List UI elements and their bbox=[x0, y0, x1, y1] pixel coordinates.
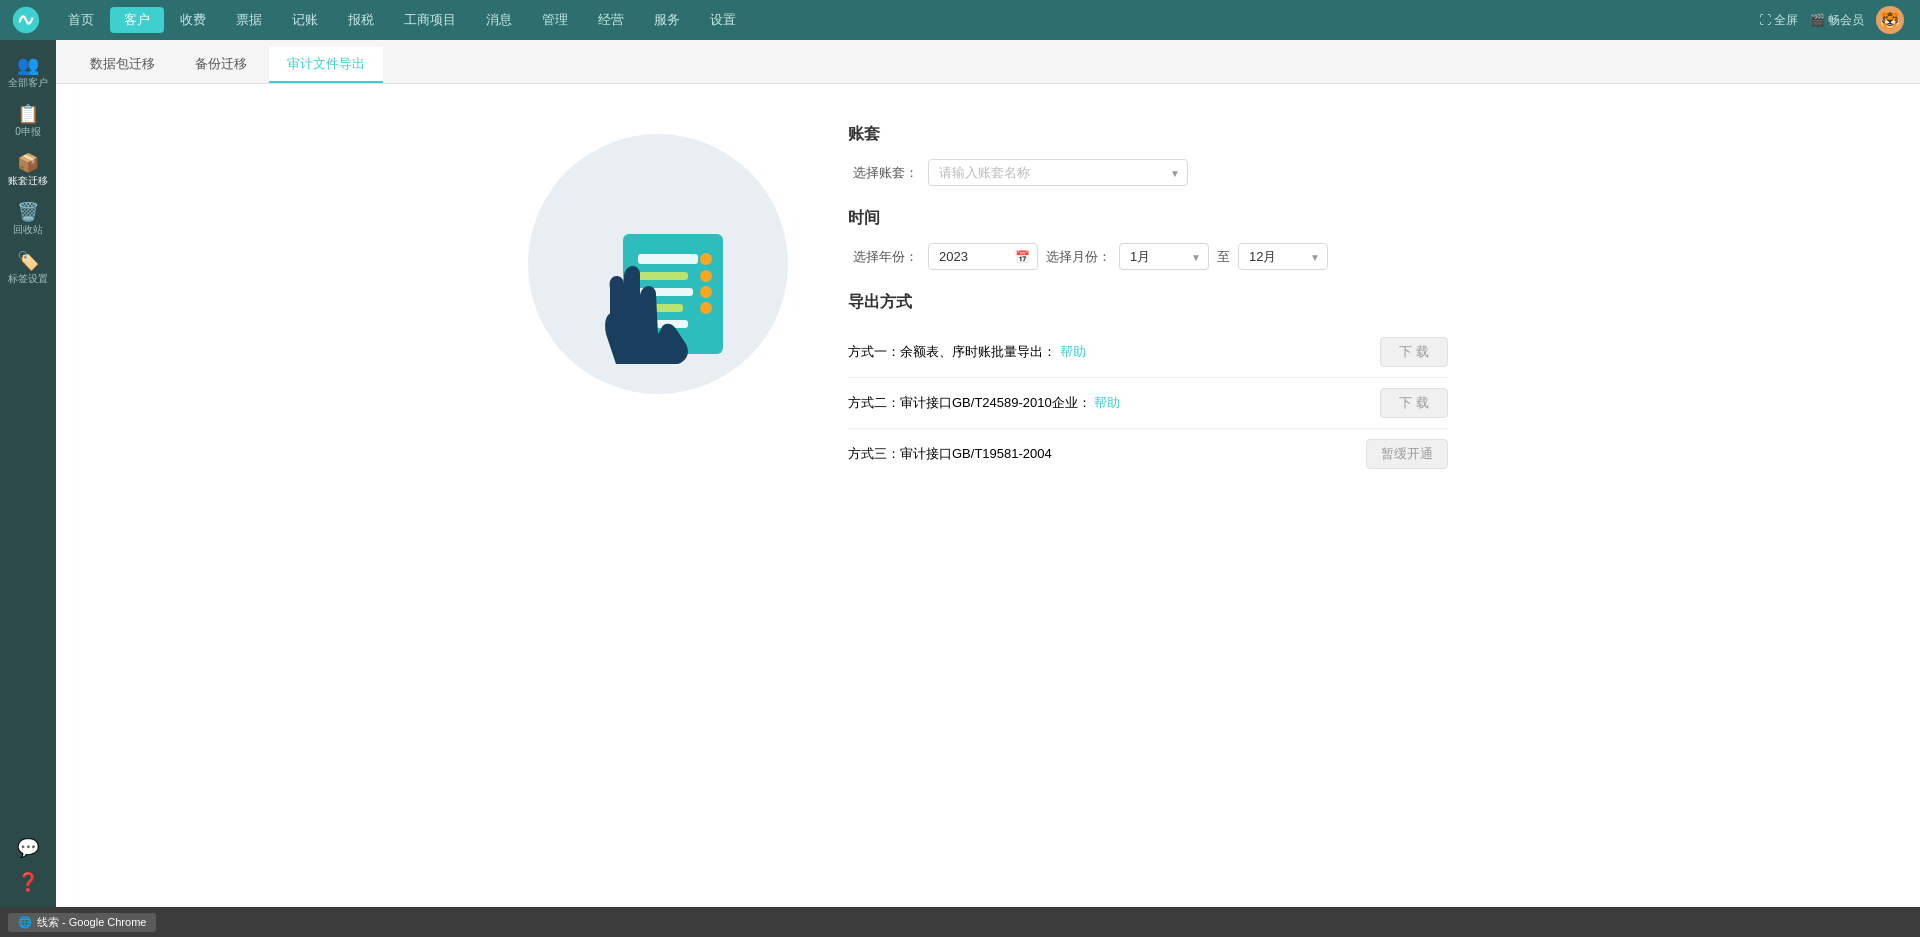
all-customers-icon: 👥 bbox=[17, 56, 39, 74]
nav-manage[interactable]: 管理 bbox=[528, 7, 582, 33]
nav-operation[interactable]: 经营 bbox=[584, 7, 638, 33]
member-icon: 🎬 bbox=[1810, 13, 1825, 27]
nav-service[interactable]: 服务 bbox=[640, 7, 694, 33]
account-label: 选择账套： bbox=[848, 164, 918, 182]
export-method-3-text: 方式三：审计接口GB/T19581-2004 bbox=[848, 446, 1052, 461]
account-section-title: 账套 bbox=[848, 124, 1448, 145]
sidebar: 👥 全部客户 📋 0申报 📦 账套迁移 🗑️ 回收站 🏷️ 标签设置 💬 ❓ bbox=[0, 40, 56, 907]
account-migrate-icon: 📦 bbox=[17, 154, 39, 172]
svg-point-8 bbox=[700, 270, 712, 282]
nav-bookkeeping[interactable]: 记账 bbox=[278, 7, 332, 33]
tab-audit-export[interactable]: 审计文件导出 bbox=[269, 47, 383, 83]
top-nav-right: ⛶ 全屏 🎬 畅会员 🐯 bbox=[1759, 6, 1904, 34]
export-method-2: 方式二：审计接口GB/T24589-2010企业： 帮助 下 载 bbox=[848, 378, 1448, 429]
sidebar-item-zero-declare[interactable]: 📋 0申报 bbox=[0, 97, 56, 146]
nav-invoice[interactable]: 票据 bbox=[222, 7, 276, 33]
export-section-title: 导出方式 bbox=[848, 292, 1448, 313]
nav-business[interactable]: 工商项目 bbox=[390, 7, 470, 33]
tab-backup-migrate[interactable]: 备份迁移 bbox=[177, 47, 265, 83]
time-row: 📅 选择月份： 1月2月3月 4月5月6月 7月8月9月 10月11月12月 bbox=[928, 243, 1328, 270]
nav-fee[interactable]: 收费 bbox=[166, 7, 220, 33]
account-select-wrap: ▼ bbox=[928, 159, 1188, 186]
chrome-icon: 🌐 bbox=[18, 916, 32, 929]
fullscreen-icon: ⛶ bbox=[1759, 13, 1771, 27]
export-method-2-text: 方式二：审计接口GB/T24589-2010企业： bbox=[848, 395, 1091, 410]
time-section-title: 时间 bbox=[848, 208, 1448, 229]
avatar[interactable]: 🐯 bbox=[1876, 6, 1904, 34]
taskbar: 🌐 线索 - Google Chrome bbox=[0, 907, 1920, 937]
illustration-circle bbox=[528, 134, 788, 394]
sidebar-item-account-migrate[interactable]: 📦 账套迁移 bbox=[0, 146, 56, 195]
export-method-1-text: 方式一：余额表、序时账批量导出： bbox=[848, 344, 1056, 359]
year-label: 选择年份： bbox=[848, 248, 918, 266]
main-layout: 👥 全部客户 📋 0申报 📦 账套迁移 🗑️ 回收站 🏷️ 标签设置 💬 ❓ bbox=[0, 40, 1920, 907]
export-section: 导出方式 方式一：余额表、序时账批量导出： 帮助 下 载 方式二：审计接口GB/… bbox=[848, 292, 1448, 479]
nav-message[interactable]: 消息 bbox=[472, 7, 526, 33]
month-label: 选择月份： bbox=[1046, 248, 1111, 266]
export-method-3-label: 方式三：审计接口GB/T19581-2004 bbox=[848, 445, 1052, 463]
label-settings-icon: 🏷️ bbox=[17, 252, 39, 270]
form-area: 账套 选择账套： ▼ 时间 选择年份： bbox=[848, 114, 1448, 501]
sidebar-item-recycle[interactable]: 🗑️ 回收站 bbox=[0, 195, 56, 244]
taskbar-item-label: 线索 - Google Chrome bbox=[37, 915, 146, 930]
member-btn[interactable]: 🎬 畅会员 bbox=[1810, 12, 1864, 29]
chat-icon: 💬 bbox=[17, 839, 39, 857]
month-start-select[interactable]: 1月2月3月 4月5月6月 7月8月9月 10月11月12月 bbox=[1119, 243, 1209, 270]
svg-rect-3 bbox=[638, 272, 688, 280]
illustration-svg bbox=[568, 164, 748, 364]
month-end-wrap: 1月2月3月 4月5月6月 7月8月9月 10月11月12月 ▼ bbox=[1238, 243, 1328, 270]
svg-point-7 bbox=[700, 253, 712, 265]
zero-declare-icon: 📋 bbox=[17, 105, 39, 123]
nav-home[interactable]: 首页 bbox=[54, 7, 108, 33]
sidebar-item-label-settings[interactable]: 🏷️ 标签设置 bbox=[0, 244, 56, 293]
month-end-select[interactable]: 1月2月3月 4月5月6月 7月8月9月 10月11月12月 bbox=[1238, 243, 1328, 270]
time-section: 时间 选择年份： 📅 选择月份： 1月2月3月 bbox=[848, 208, 1448, 270]
svg-point-9 bbox=[700, 286, 712, 298]
sidebar-item-all-customers[interactable]: 👥 全部客户 bbox=[0, 48, 56, 97]
sidebar-item-chat[interactable]: 💬 bbox=[0, 831, 56, 865]
year-input-wrap: 📅 bbox=[928, 243, 1038, 270]
help-icon: ❓ bbox=[17, 873, 39, 891]
sidebar-bottom: 💬 ❓ bbox=[0, 831, 56, 899]
page-content: 账套 选择账套： ▼ 时间 选择年份： bbox=[56, 84, 1920, 907]
export-method-1-download-btn[interactable]: 下 载 bbox=[1380, 337, 1448, 367]
export-method-2-download-btn[interactable]: 下 载 bbox=[1380, 388, 1448, 418]
export-method-1-label: 方式一：余额表、序时账批量导出： 帮助 bbox=[848, 343, 1086, 361]
to-text: 至 bbox=[1217, 248, 1230, 266]
sidebar-item-help[interactable]: ❓ bbox=[0, 865, 56, 899]
month-start-wrap: 1月2月3月 4月5月6月 7月8月9月 10月11月12月 ▼ bbox=[1119, 243, 1209, 270]
fullscreen-btn[interactable]: ⛶ 全屏 bbox=[1759, 12, 1798, 29]
nav-settings[interactable]: 设置 bbox=[696, 7, 750, 33]
year-input[interactable] bbox=[928, 243, 1038, 270]
account-section: 账套 选择账套： ▼ bbox=[848, 124, 1448, 186]
export-method-2-help-link[interactable]: 帮助 bbox=[1094, 395, 1120, 410]
export-method-1: 方式一：余额表、序时账批量导出： 帮助 下 载 bbox=[848, 327, 1448, 378]
account-form-row: 选择账套： ▼ bbox=[848, 159, 1448, 186]
taskbar-chrome-item[interactable]: 🌐 线索 - Google Chrome bbox=[8, 913, 156, 932]
content-area: 数据包迁移 备份迁移 审计文件导出 bbox=[56, 40, 1920, 907]
time-form-row: 选择年份： 📅 选择月份： 1月2月3月 4月5月6月 bbox=[848, 243, 1448, 270]
recycle-icon: 🗑️ bbox=[17, 203, 39, 221]
nav-customer[interactable]: 客户 bbox=[110, 7, 164, 33]
tab-data-migrate[interactable]: 数据包迁移 bbox=[72, 47, 173, 83]
top-nav: 首页 客户 收费 票据 记账 报税 工商项目 消息 管理 经营 服务 设置 ⛶ … bbox=[0, 0, 1920, 40]
export-method-3: 方式三：审计接口GB/T19581-2004 暂缓开通 bbox=[848, 429, 1448, 479]
export-method-3-open-btn[interactable]: 暂缓开通 bbox=[1366, 439, 1448, 469]
account-input[interactable] bbox=[928, 159, 1188, 186]
nav-tax[interactable]: 报税 bbox=[334, 7, 388, 33]
illustration-area bbox=[528, 134, 788, 394]
export-method-2-label: 方式二：审计接口GB/T24589-2010企业： 帮助 bbox=[848, 394, 1120, 412]
svg-point-10 bbox=[700, 302, 712, 314]
nav-items: 首页 客户 收费 票据 记账 报税 工商项目 消息 管理 经营 服务 设置 bbox=[54, 7, 1759, 33]
tabs-bar: 数据包迁移 备份迁移 审计文件导出 bbox=[56, 40, 1920, 84]
logo[interactable] bbox=[8, 2, 44, 38]
export-method-1-help-link[interactable]: 帮助 bbox=[1060, 344, 1086, 359]
svg-rect-2 bbox=[638, 254, 698, 264]
